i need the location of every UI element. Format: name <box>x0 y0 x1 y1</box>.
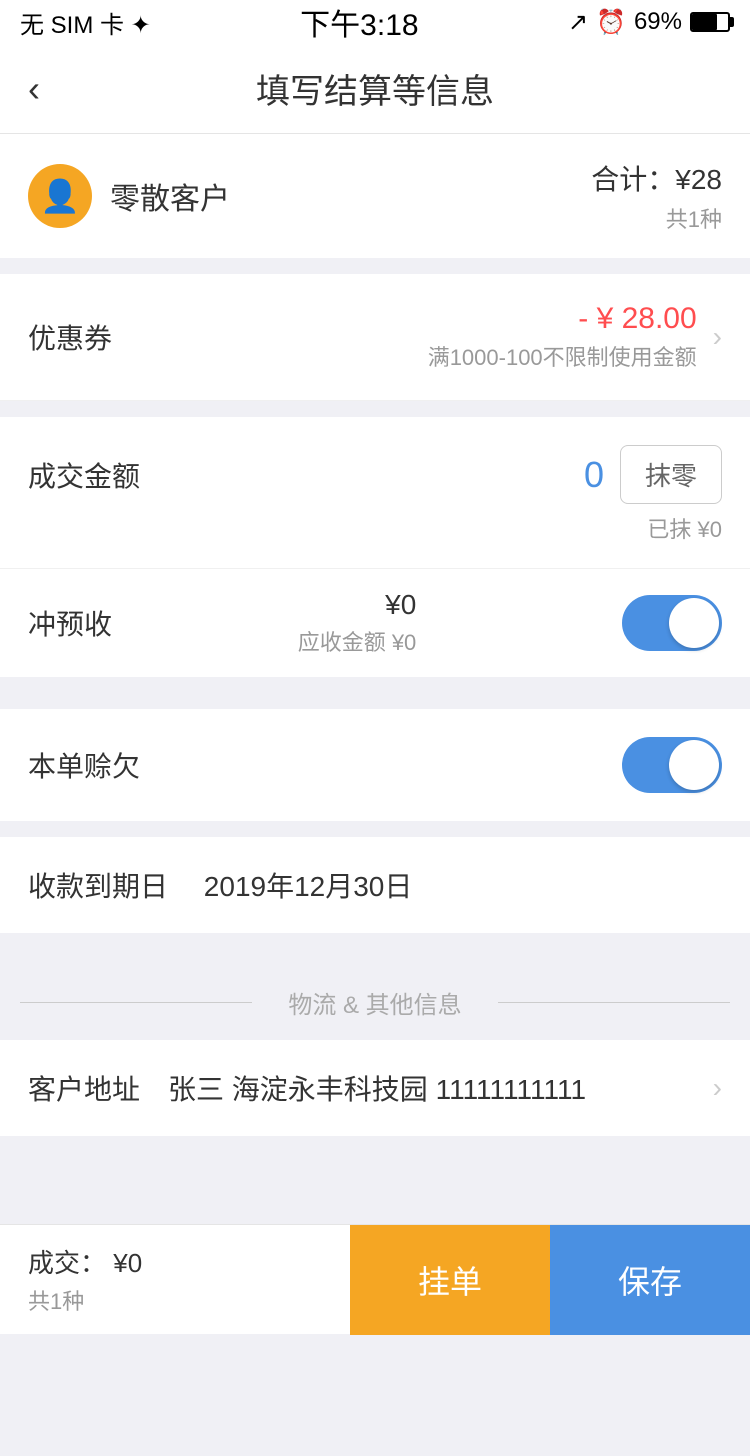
prepay-toggle[interactable] <box>622 595 722 651</box>
transaction-label: 成交金额 <box>28 455 140 495</box>
bottom-bar: 成交： ¥0 共1种 挂单 保存 <box>0 1224 750 1334</box>
status-bar: 无 SIM 卡 ✦ 下午3:18 ↗ ⏰ 69% <box>0 0 750 44</box>
coupon-row[interactable]: 优惠券 - ¥ 28.00 满1000-100不限制使用金额 › <box>0 274 750 401</box>
hang-button[interactable]: 挂单 <box>350 1225 550 1335</box>
logistics-header: 物流 & 其他信息 <box>0 965 750 1040</box>
sim-wifi-label: 无 SIM 卡 ✦ <box>20 5 151 40</box>
already-rounded: 已抹 ¥0 <box>0 512 750 568</box>
logistics-line-right <box>498 1002 730 1003</box>
address-label: 客户地址 <box>28 1068 140 1108</box>
due-date-row: 收款到期日 2019年12月30日 <box>0 837 750 933</box>
nav-bar: ‹ 填写结算等信息 <box>0 44 750 134</box>
location-icon: ↗ <box>568 8 588 37</box>
status-time: 下午3:18 <box>300 0 418 44</box>
prepay-main-amount: ¥0 <box>298 589 417 621</box>
deal-amount: ¥0 <box>113 1248 142 1278</box>
logistics-label: 物流 & 其他信息 <box>288 985 461 1020</box>
total-count: 共1种 <box>591 202 722 234</box>
divider-1 <box>0 401 750 417</box>
prepay-sub-amount: 应收金额 ¥0 <box>298 625 417 657</box>
prepay-amounts: ¥0 应收金额 ¥0 <box>298 589 417 657</box>
customer-left: 👤 零散客户 <box>28 164 230 228</box>
address-value: 张三 海淀永丰科技园 11111111111 <box>168 1068 713 1108</box>
back-button[interactable]: ‹ <box>28 68 40 110</box>
status-right: ↗ ⏰ 69% <box>568 8 730 37</box>
arrears-toggle[interactable] <box>622 737 722 793</box>
status-left: 无 SIM 卡 ✦ <box>20 5 151 40</box>
chevron-right-icon: › <box>713 321 722 353</box>
transaction-right: 0 抹零 <box>584 445 722 504</box>
discount-desc: 满1000-100不限制使用金额 <box>428 340 697 372</box>
coupon-info: - ¥ 28.00 满1000-100不限制使用金额 <box>428 302 697 372</box>
total-amount: 合计：¥28 <box>591 158 722 198</box>
divider-2 <box>0 693 750 709</box>
due-date-value: 2019年12月30日 <box>204 871 413 902</box>
logistics-line-left <box>20 1002 252 1003</box>
divider-3 <box>0 949 750 965</box>
arrears-label: 本单赊欠 <box>28 745 140 785</box>
due-date-label: 收款到期日 <box>28 871 168 902</box>
customer-row: 👤 零散客户 合计：¥28 共1种 <box>0 134 750 258</box>
transaction-row: 成交金额 0 抹零 <box>0 417 750 512</box>
battery-icon <box>690 12 730 32</box>
bottom-info: 成交： ¥0 共1种 <box>0 1243 350 1316</box>
discount-amount: - ¥ 28.00 <box>428 302 697 336</box>
bottom-count: 共1种 <box>28 1284 322 1316</box>
avatar: 👤 <box>28 164 92 228</box>
coupon-label: 优惠券 <box>28 317 112 357</box>
address-chevron-icon: › <box>713 1072 722 1104</box>
coupon-right: - ¥ 28.00 满1000-100不限制使用金额 › <box>428 302 722 372</box>
transaction-value: 0 <box>584 454 604 496</box>
prepay-row: 冲预收 ¥0 应收金额 ¥0 <box>0 568 750 677</box>
customer-right: 合计：¥28 共1种 <box>591 158 722 234</box>
arrears-toggle-knob <box>669 740 719 790</box>
customer-name: 零散客户 <box>110 174 230 218</box>
address-row[interactable]: 客户地址 张三 海淀永丰科技园 11111111111 › <box>0 1040 750 1136</box>
prepay-label: 冲预收 <box>28 603 112 643</box>
alarm-icon: ⏰ <box>596 8 626 37</box>
arrears-section: 本单赊欠 <box>0 709 750 821</box>
transaction-section: 成交金额 0 抹零 已抹 ¥0 冲预收 ¥0 应收金额 ¥0 <box>0 417 750 677</box>
bottom-deal: 成交： ¥0 <box>28 1243 322 1280</box>
page-title: 填写结算等信息 <box>256 64 494 113</box>
battery-label: 69% <box>634 8 682 36</box>
toggle-knob <box>669 598 719 648</box>
deal-label: 成交： <box>28 1248 106 1278</box>
save-button[interactable]: 保存 <box>550 1225 750 1335</box>
person-icon: 👤 <box>40 177 80 215</box>
round-button[interactable]: 抹零 <box>620 445 722 504</box>
